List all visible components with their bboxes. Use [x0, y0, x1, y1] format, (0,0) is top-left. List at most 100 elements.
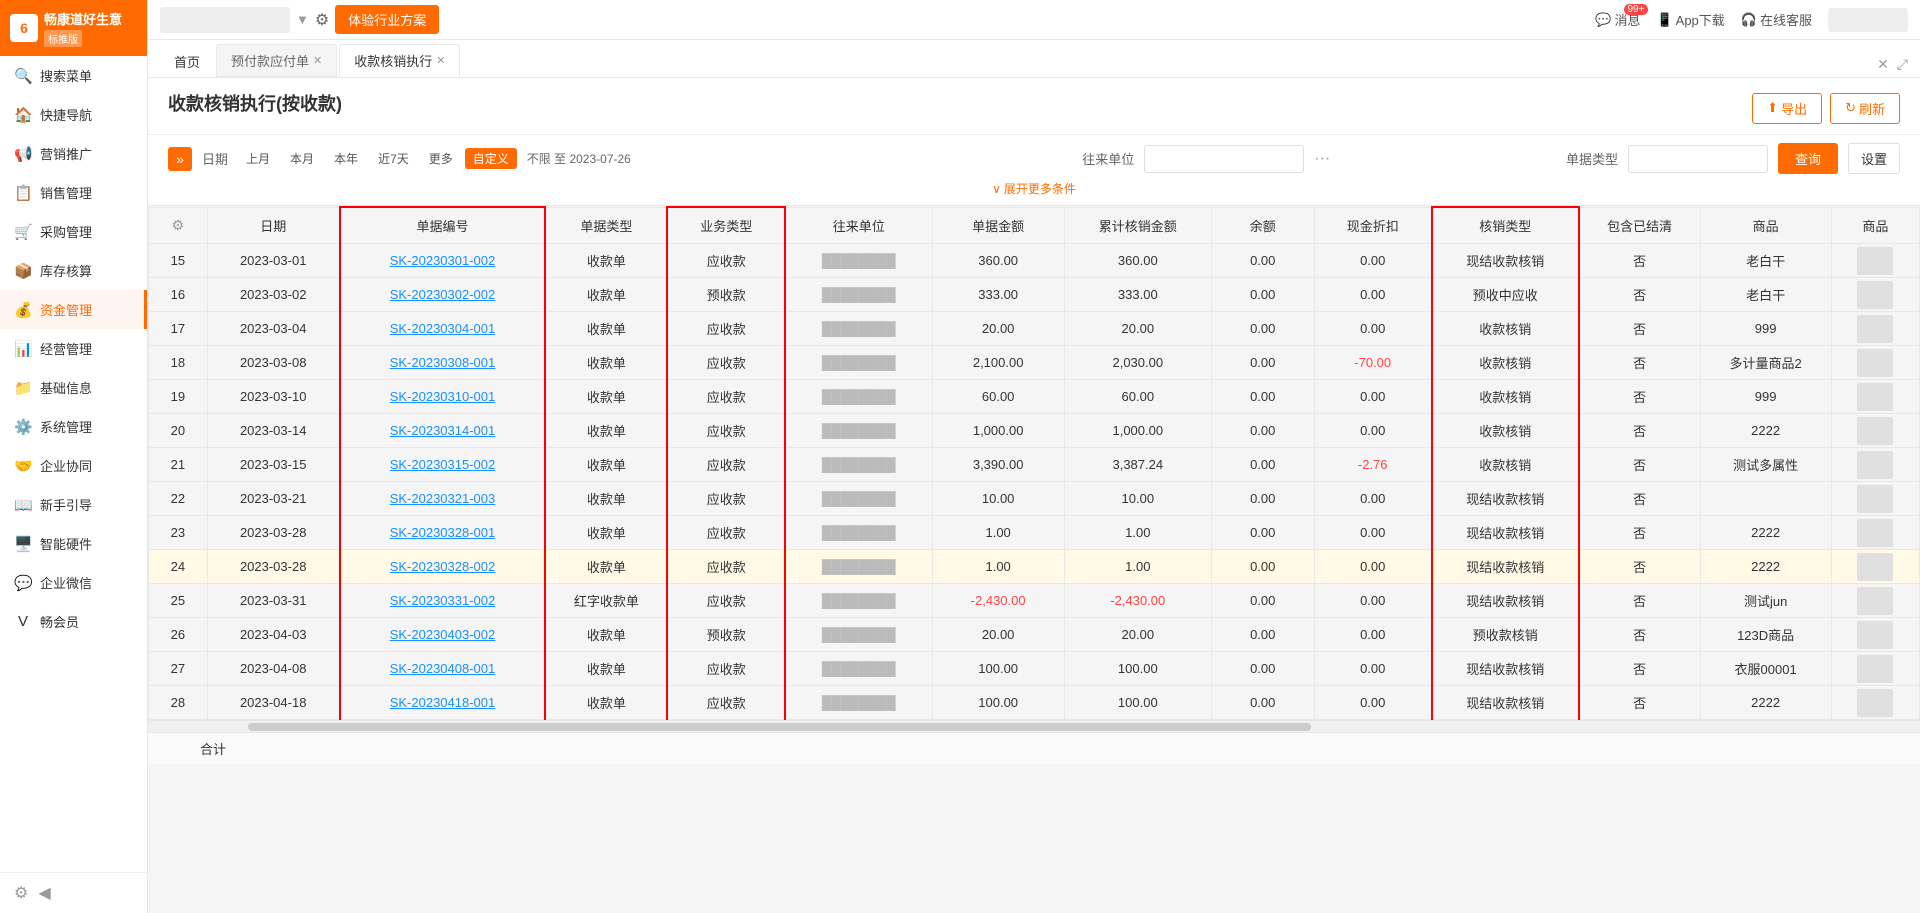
- date-opt-more[interactable]: 更多: [421, 148, 461, 169]
- cell-doc-no[interactable]: SK-20230314-001: [340, 414, 546, 448]
- cell-date: 2023-04-03: [207, 618, 339, 652]
- sidebar-item-guide[interactable]: 📖 新手引导: [0, 485, 147, 524]
- sidebar-item-basic[interactable]: 📁 基础信息: [0, 368, 147, 407]
- cell-doc-no[interactable]: SK-20230321-003: [340, 482, 546, 516]
- cell-doc-no[interactable]: SK-20230310-001: [340, 380, 546, 414]
- sidebar-item-enterprise[interactable]: 🤝 企业协同: [0, 446, 147, 485]
- cell-id: 23: [149, 516, 208, 550]
- cell-doc-no[interactable]: SK-20230304-001: [340, 312, 546, 346]
- app-download[interactable]: 📱 App下载: [1656, 10, 1724, 29]
- tab-close-verify[interactable]: ✕: [436, 54, 445, 67]
- doc-no-link[interactable]: SK-20230328-002: [390, 559, 496, 574]
- sidebar-item-purchase[interactable]: 🛒 采购管理: [0, 212, 147, 251]
- export-button[interactable]: ⬆ 导出: [1752, 93, 1822, 124]
- cell-doc-no[interactable]: SK-20230315-002: [340, 448, 546, 482]
- cell-cash-discount: 0.00: [1314, 482, 1432, 516]
- collapse-icon[interactable]: ◀: [38, 883, 50, 903]
- date-opt-thisyear[interactable]: 本年: [326, 148, 366, 169]
- doc-no-link[interactable]: SK-20230328-001: [390, 525, 496, 540]
- partner-more-icon[interactable]: ···: [1314, 150, 1330, 168]
- horizontal-scrollbar[interactable]: [148, 720, 1920, 732]
- sidebar-item-shortcut[interactable]: 🏠 快捷导航: [0, 95, 147, 134]
- doc-no-link[interactable]: SK-20230301-002: [390, 253, 496, 268]
- column-settings-icon[interactable]: ⚙: [172, 217, 185, 233]
- cell-product: 老白干: [1700, 278, 1831, 312]
- date-opt-7days[interactable]: 近7天: [370, 148, 417, 169]
- content-area: 收款核销执行(按收款) ⬆ 导出 ↻ 刷新 » 日期 上月 本月: [148, 78, 1920, 913]
- table-wrapper[interactable]: ⚙ 日期 单据编号 单据类型 业务类型 往来单位 单据金额 累计核销金额 余额 …: [148, 206, 1920, 913]
- cell-doc-no[interactable]: SK-20230408-001: [340, 652, 546, 686]
- doc-no-link[interactable]: SK-20230321-003: [390, 491, 496, 506]
- doc-no-link[interactable]: SK-20230302-002: [390, 287, 496, 302]
- settings-filter-button[interactable]: 设置: [1848, 143, 1900, 174]
- sidebar-item-system[interactable]: ⚙️ 系统管理: [0, 407, 147, 446]
- tab-close-prepayment[interactable]: ✕: [313, 54, 322, 67]
- cell-doc-no[interactable]: SK-20230418-001: [340, 686, 546, 720]
- partner-input[interactable]: [1144, 145, 1304, 173]
- date-opt-lastmonth[interactable]: 上月: [238, 148, 278, 169]
- cell-include-settled: 否: [1579, 380, 1700, 414]
- solution-button[interactable]: 体验行业方案: [335, 5, 439, 34]
- cell-doc-no[interactable]: SK-20230328-001: [340, 516, 546, 550]
- cell-biz-type: 应收款: [667, 584, 785, 618]
- cell-verify-type: 收款核销: [1432, 448, 1579, 482]
- topbar-dropdown-icon[interactable]: ▼: [296, 12, 309, 27]
- sidebar-item-search[interactable]: 🔍 搜索菜单: [0, 56, 147, 95]
- cell-total-verified: 60.00: [1064, 380, 1211, 414]
- doc-no-link[interactable]: SK-20230308-001: [390, 355, 496, 370]
- cell-amount: 1,000.00: [932, 414, 1064, 448]
- cell-partner: ████████: [785, 278, 932, 312]
- date-opt-thismonth[interactable]: 本月: [282, 148, 322, 169]
- filter-toggle[interactable]: »: [168, 147, 192, 171]
- doc-no-link[interactable]: SK-20230310-001: [390, 389, 496, 404]
- doc-no-link[interactable]: SK-20230408-001: [390, 661, 496, 676]
- tab-verify[interactable]: 收款核销执行 ✕: [339, 44, 460, 77]
- page-title: 收款核销执行(按收款): [168, 90, 342, 116]
- tab-home[interactable]: 首页: [160, 46, 214, 77]
- tab-prepayment[interactable]: 预付款应付单 ✕: [216, 44, 337, 77]
- cell-doc-no[interactable]: SK-20230301-002: [340, 244, 546, 278]
- expand-conditions-btn[interactable]: ∨ 展开更多条件: [992, 180, 1076, 197]
- sidebar-item-inventory[interactable]: 📦 库存核算: [0, 251, 147, 290]
- cell-doc-no[interactable]: SK-20230331-002: [340, 584, 546, 618]
- query-button[interactable]: 查询: [1778, 143, 1838, 174]
- online-service[interactable]: 🎧 在线客服: [1741, 10, 1812, 29]
- message-icon: 💬: [1595, 12, 1611, 28]
- topbar-gear-icon[interactable]: ⚙: [315, 10, 329, 30]
- sidebar: 6 畅康道好生意 标推版 🔍 搜索菜单 🏠 快捷导航 📢 营销推广 📋 销售管理…: [0, 0, 148, 913]
- cell-doc-no[interactable]: SK-20230328-002: [340, 550, 546, 584]
- doc-no-link[interactable]: SK-20230315-002: [390, 457, 496, 472]
- th-settings[interactable]: ⚙: [149, 207, 208, 244]
- doc-no-link[interactable]: SK-20230331-002: [390, 593, 496, 608]
- window-close-icon[interactable]: ✕: [1877, 56, 1889, 73]
- sidebar-item-sales[interactable]: 📋 销售管理: [0, 173, 147, 212]
- sidebar-item-marketing[interactable]: 📢 营销推广: [0, 134, 147, 173]
- logo-text: 畅康道好生意 标推版: [44, 9, 122, 47]
- product-thumbnail: [1857, 315, 1893, 343]
- window-maximize-icon[interactable]: ⤢: [1897, 56, 1908, 73]
- refresh-button[interactable]: ↻ 刷新: [1830, 93, 1900, 124]
- cell-doc-no[interactable]: SK-20230308-001: [340, 346, 546, 380]
- doc-no-link[interactable]: SK-20230403-002: [390, 627, 496, 642]
- sidebar-item-operations[interactable]: 📊 经营管理: [0, 329, 147, 368]
- th-amount: 单据金额: [932, 207, 1064, 244]
- sidebar-item-member[interactable]: V 畅会员: [0, 602, 147, 641]
- cell-doc-no[interactable]: SK-20230403-002: [340, 618, 546, 652]
- table-row: 212023-03-15SK-20230315-002收款单应收款███████…: [149, 448, 1920, 482]
- message-area[interactable]: 💬 消息 99+: [1595, 10, 1640, 29]
- settings-bottom-icon[interactable]: ⚙: [14, 883, 28, 903]
- doc-no-link[interactable]: SK-20230418-001: [390, 695, 496, 710]
- cell-total-verified: 20.00: [1064, 312, 1211, 346]
- sidebar-item-wechat[interactable]: 💬 企业微信: [0, 563, 147, 602]
- cell-verify-type: 预收款核销: [1432, 618, 1579, 652]
- doc-no-link[interactable]: SK-20230304-001: [390, 321, 496, 336]
- sidebar-item-finance[interactable]: 💰 资金管理: [0, 290, 147, 329]
- voucher-type-select[interactable]: [1628, 145, 1768, 173]
- doc-no-link[interactable]: SK-20230314-001: [390, 423, 496, 438]
- cell-doc-no[interactable]: SK-20230302-002: [340, 278, 546, 312]
- export-icon: ⬆: [1767, 100, 1778, 116]
- date-opt-custom[interactable]: 自定义: [465, 148, 517, 169]
- cell-balance: 0.00: [1211, 584, 1314, 618]
- sidebar-item-hardware[interactable]: 🖥️ 智能硬件: [0, 524, 147, 563]
- cell-amount: 100.00: [932, 686, 1064, 720]
